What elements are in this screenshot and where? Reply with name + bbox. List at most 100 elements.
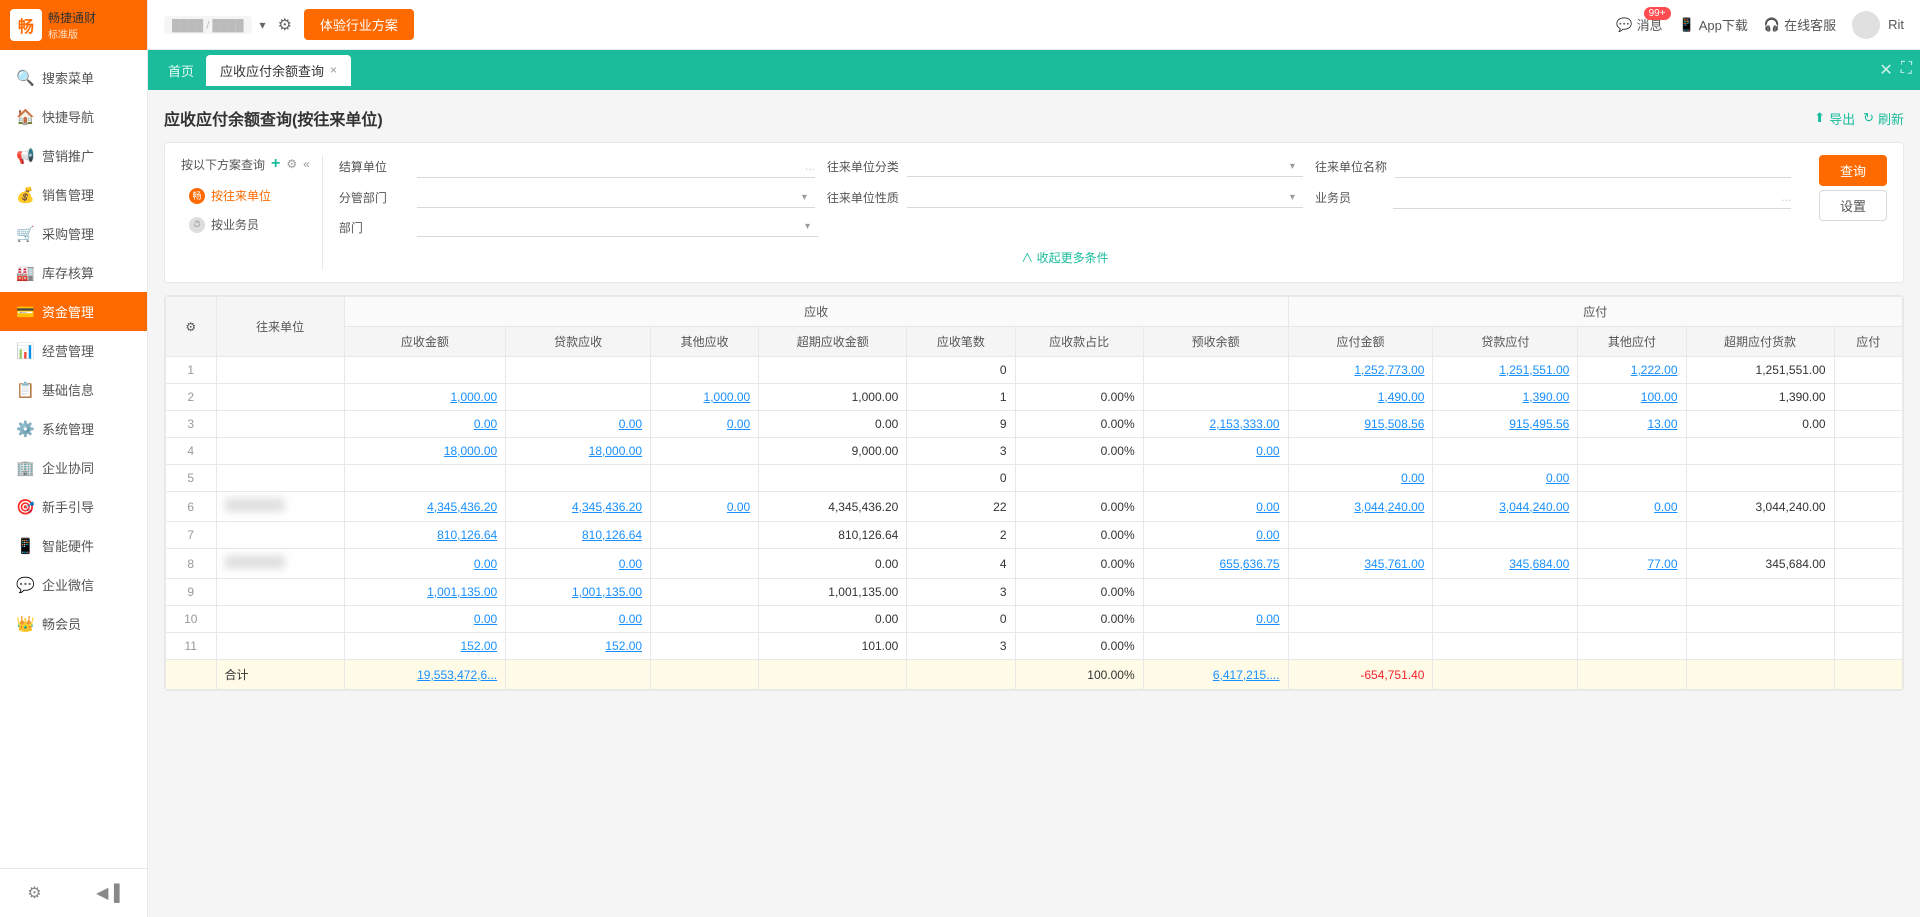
row-ar-other[interactable] xyxy=(651,579,759,606)
row-ar-prepay[interactable] xyxy=(1143,384,1288,411)
row-ar-prepay[interactable] xyxy=(1143,579,1288,606)
row-ar-amount[interactable]: 1,001,135.00 xyxy=(344,579,506,606)
row-ap-other[interactable] xyxy=(1578,522,1686,549)
sidebar-settings-btn[interactable]: ⚙ xyxy=(17,877,51,909)
sidebar-item-hardware[interactable]: 📱 智能硬件 xyxy=(0,526,147,565)
scheme-by-partner[interactable]: 畅 按往来单位 xyxy=(181,183,310,208)
row-ar-prepay[interactable]: 2,153,333.00 xyxy=(1143,411,1288,438)
row-ar-prepay[interactable] xyxy=(1143,357,1288,384)
row-ap-other[interactable]: 1,222.00 xyxy=(1578,357,1686,384)
query-btn[interactable]: 查询 xyxy=(1819,155,1887,186)
sidebar-item-corp[interactable]: 🏢 企业协同 xyxy=(0,448,147,487)
row-ap-amount[interactable]: 1,252,773.00 xyxy=(1288,357,1433,384)
refresh-btn[interactable]: ↻ 刷新 xyxy=(1863,109,1904,128)
filter-settings-icon[interactable]: ⚙ xyxy=(286,157,297,171)
row-ar-prepay[interactable] xyxy=(1143,465,1288,492)
row-ar-other[interactable] xyxy=(651,633,759,660)
table-settings-col[interactable]: ⚙ xyxy=(166,297,217,357)
row-ar-other[interactable] xyxy=(651,522,759,549)
filter-collapse-icon[interactable]: « xyxy=(303,157,310,171)
header-dropdown[interactable]: ▾ xyxy=(260,18,266,32)
footer-ar-prepay[interactable]: 6,417,215.... xyxy=(1143,660,1288,690)
row-ap-amount[interactable]: 1,490.00 xyxy=(1288,384,1433,411)
row-ap-amount[interactable]: 915,508.56 xyxy=(1288,411,1433,438)
dept-select[interactable]: ▾ xyxy=(417,188,815,208)
sidebar-item-member[interactable]: 👑 畅会员 xyxy=(0,604,147,643)
sidebar-item-basic[interactable]: 📋 基础信息 xyxy=(0,370,147,409)
row-ap-amount[interactable]: 3,044,240.00 xyxy=(1288,492,1433,522)
row-ap-loan[interactable]: 1,390.00 xyxy=(1433,384,1578,411)
row-ar-other[interactable]: 0.00 xyxy=(651,492,759,522)
sidebar-item-guide[interactable]: 🎯 新手引导 xyxy=(0,487,147,526)
sidebar-item-marketing[interactable]: 📢 营销推广 xyxy=(0,136,147,175)
row-ap-other[interactable] xyxy=(1578,633,1686,660)
partner-category-select[interactable]: ▾ xyxy=(907,157,1303,177)
sidebar-item-inventory[interactable]: 🏭 库存核算 xyxy=(0,253,147,292)
app-download-btn[interactable]: 📱 App下载 xyxy=(1679,15,1748,34)
tab-maximize-icon[interactable]: ⛶ xyxy=(1901,60,1912,80)
row-ar-amount[interactable] xyxy=(344,465,506,492)
user-info[interactable]: Rit xyxy=(1852,11,1904,39)
row-ap-loan[interactable] xyxy=(1433,606,1578,633)
row-ar-amount[interactable]: 18,000.00 xyxy=(344,438,506,465)
sidebar-item-quick-nav[interactable]: 🏠 快捷导航 xyxy=(0,97,147,136)
row-ap-loan[interactable] xyxy=(1433,522,1578,549)
row-ar-other[interactable] xyxy=(651,606,759,633)
tab-close-icon[interactable]: × xyxy=(330,63,337,77)
row-ar-amount[interactable]: 0.00 xyxy=(344,411,506,438)
row-ar-loan[interactable]: 1,001,135.00 xyxy=(506,579,651,606)
row-ap-loan[interactable]: 915,495.56 xyxy=(1433,411,1578,438)
row-ap-amount[interactable] xyxy=(1288,579,1433,606)
row-ap-amount[interactable] xyxy=(1288,606,1433,633)
row-ar-prepay[interactable]: 655,636.75 xyxy=(1143,549,1288,579)
row-ar-loan[interactable]: 810,126.64 xyxy=(506,522,651,549)
sidebar-item-operation[interactable]: 📊 经营管理 xyxy=(0,331,147,370)
row-ap-other[interactable] xyxy=(1578,465,1686,492)
row-ar-loan[interactable]: 18,000.00 xyxy=(506,438,651,465)
row-ar-amount[interactable]: 0.00 xyxy=(344,606,506,633)
row-ap-loan[interactable] xyxy=(1433,633,1578,660)
row-ar-other[interactable]: 1,000.00 xyxy=(651,384,759,411)
row-ap-other[interactable] xyxy=(1578,606,1686,633)
sidebar-item-sales[interactable]: 💰 销售管理 xyxy=(0,175,147,214)
row-ap-other[interactable]: 100.00 xyxy=(1578,384,1686,411)
row-ap-other[interactable] xyxy=(1578,579,1686,606)
online-service-btn[interactable]: 🎧 在线客服 xyxy=(1764,15,1836,34)
row-ap-amount[interactable]: 345,761.00 xyxy=(1288,549,1433,579)
row-ap-amount[interactable] xyxy=(1288,633,1433,660)
salesperson-dots[interactable]: ... xyxy=(1781,190,1791,204)
sidebar-item-purchase[interactable]: 🛒 采购管理 xyxy=(0,214,147,253)
row-ar-amount[interactable]: 810,126.64 xyxy=(344,522,506,549)
row-ap-loan[interactable]: 1,251,551.00 xyxy=(1433,357,1578,384)
row-ar-prepay[interactable]: 0.00 xyxy=(1143,438,1288,465)
settlement-unit-input[interactable] xyxy=(417,155,801,177)
partner-name-input[interactable] xyxy=(1395,155,1791,178)
sidebar-item-wechat[interactable]: 💬 企业微信 xyxy=(0,565,147,604)
row-ar-loan[interactable]: 0.00 xyxy=(506,549,651,579)
row-ap-loan[interactable]: 345,684.00 xyxy=(1433,549,1578,579)
sidebar-item-finance[interactable]: 💳 资金管理 xyxy=(0,292,147,331)
solution-btn[interactable]: 体验行业方案 xyxy=(304,9,414,40)
tab-close-window-icon[interactable]: ✕ xyxy=(1879,60,1892,80)
row-ar-other[interactable] xyxy=(651,465,759,492)
row-ar-amount[interactable]: 4,345,436.20 xyxy=(344,492,506,522)
row-ar-loan[interactable] xyxy=(506,357,651,384)
row-ar-other[interactable] xyxy=(651,549,759,579)
row-ar-loan[interactable]: 0.00 xyxy=(506,606,651,633)
sidebar-collapse-btn[interactable]: ◀▐ xyxy=(86,877,130,909)
row-ar-amount[interactable]: 0.00 xyxy=(344,549,506,579)
department-select[interactable]: ▾ xyxy=(417,217,818,237)
partner-nature-select[interactable]: ▾ xyxy=(907,188,1303,208)
filter-add-btn[interactable]: + xyxy=(271,155,280,173)
row-ap-amount[interactable] xyxy=(1288,522,1433,549)
row-ap-loan[interactable]: 3,044,240.00 xyxy=(1433,492,1578,522)
row-ar-prepay[interactable]: 0.00 xyxy=(1143,522,1288,549)
messages-btn[interactable]: 💬 消息 99+ xyxy=(1616,15,1662,34)
export-btn[interactable]: ⬆ 导出 xyxy=(1814,109,1855,128)
row-ap-other[interactable] xyxy=(1578,438,1686,465)
row-ar-loan[interactable]: 152.00 xyxy=(506,633,651,660)
row-ar-prepay[interactable]: 0.00 xyxy=(1143,606,1288,633)
row-ar-other[interactable] xyxy=(651,357,759,384)
row-ar-amount[interactable] xyxy=(344,357,506,384)
header-gear-icon[interactable]: ⚙ xyxy=(274,11,296,39)
